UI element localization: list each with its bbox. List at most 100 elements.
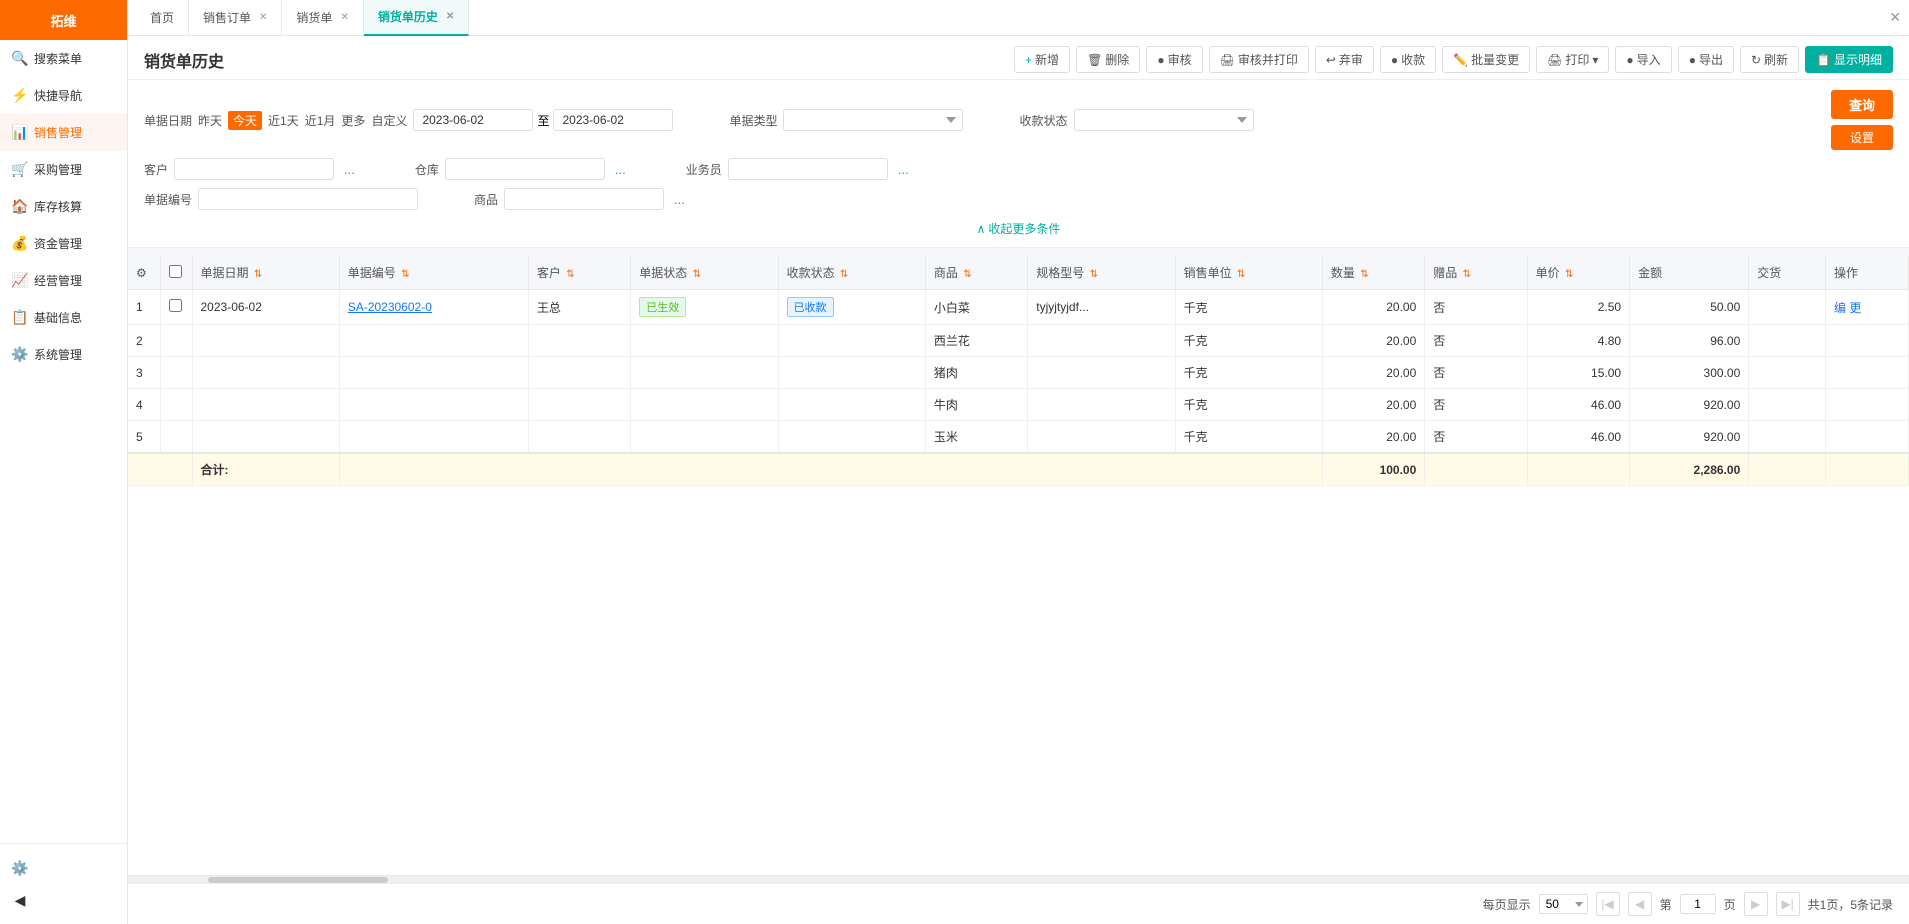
date-start-input[interactable] — [413, 109, 533, 131]
doc-no-link[interactable]: SA-20230602-0 — [348, 300, 432, 314]
refresh-button[interactable]: ↻ 刷新 — [1740, 46, 1799, 73]
col-doc-date[interactable]: 单据日期 ⇅ — [192, 256, 339, 290]
summary-amount: 2,286.00 — [1630, 453, 1749, 486]
cell-doc-no: SA-20230602-0 — [339, 290, 528, 325]
sidebar-item-sales[interactable]: 📊 销售管理 — [0, 114, 127, 151]
tab-home-label: 首页 — [150, 9, 174, 26]
col-customer[interactable]: 客户 ⇅ — [528, 256, 630, 290]
next-page-button[interactable]: ▶ — [1744, 892, 1768, 916]
page-input[interactable] — [1680, 894, 1716, 914]
sidebar-item-inventory[interactable]: 🏠 库存核算 — [0, 188, 127, 225]
tab-sales-history[interactable]: 销货单历史 ✕ — [364, 0, 469, 36]
sidebar-item-operations[interactable]: 📈 经营管理 — [0, 262, 127, 299]
goods-input[interactable] — [504, 188, 664, 210]
sidebar-settings[interactable]: ⚙️ — [0, 852, 127, 884]
audit-icon: ● — [1157, 53, 1164, 67]
customer-input[interactable] — [174, 158, 334, 180]
last-page-button[interactable]: ▶| — [1776, 892, 1800, 916]
shortcut-custom[interactable]: 自定义 — [371, 112, 407, 129]
col-spec[interactable]: 规格型号 ⇅ — [1028, 256, 1175, 290]
shortcut-more[interactable]: 更多 — [341, 112, 365, 129]
sidebar-item-search[interactable]: 🔍 搜索菜单 — [0, 40, 127, 77]
select-all-checkbox[interactable] — [169, 265, 182, 278]
new-button[interactable]: + 新增 — [1014, 46, 1070, 73]
tab-sales-order-close[interactable]: ✕ — [259, 12, 267, 23]
display-detail-button[interactable]: 📋 显示明细 — [1805, 46, 1893, 73]
export-button[interactable]: ● 导出 — [1678, 46, 1734, 73]
per-page-select[interactable]: 50 20 100 — [1539, 894, 1588, 914]
tab-sales-delivery-close[interactable]: ✕ — [340, 12, 348, 23]
inventory-icon: 🏠 — [12, 199, 28, 215]
customer-picker[interactable]: ... — [340, 160, 359, 179]
query-button[interactable]: 查询 — [1831, 90, 1893, 119]
shortcut-yesterday[interactable]: 昨天 — [198, 112, 222, 129]
audit-print-button[interactable]: 🖨 审核并打印 — [1209, 46, 1309, 73]
tab-home[interactable]: 首页 — [136, 0, 189, 36]
sidebar-item-system[interactable]: ⚙️ 系统管理 — [0, 336, 127, 373]
goods-picker[interactable]: ... — [670, 190, 689, 209]
collect-button[interactable]: ● 收款 — [1380, 46, 1436, 73]
goods-sort-icon: ⇅ — [963, 269, 971, 280]
sidebar-collapse[interactable]: ◀ — [0, 884, 127, 916]
new-icon: + — [1025, 53, 1032, 67]
shortcuts-icon: ⚡ — [12, 88, 28, 104]
collapse-button[interactable]: ∧ 收起更多条件 — [977, 220, 1061, 237]
delete-button[interactable]: 🗑 删除 — [1076, 46, 1140, 73]
date-end-input[interactable] — [553, 109, 673, 131]
audit-button[interactable]: ● 审核 — [1146, 46, 1202, 73]
customer-filter-item: 客户 ... — [144, 158, 359, 180]
col-qty[interactable]: 数量 ⇅ — [1322, 256, 1424, 290]
cell-action — [1825, 389, 1908, 421]
col-goods[interactable]: 商品 ⇅ — [925, 256, 1027, 290]
warehouse-input[interactable] — [445, 158, 605, 180]
sidebar-item-purchase[interactable]: 🛒 采购管理 — [0, 151, 127, 188]
more-action[interactable]: 更 — [1849, 301, 1861, 315]
first-page-button[interactable]: |◀ — [1596, 892, 1620, 916]
col-doc-status[interactable]: 单据状态 ⇅ — [631, 256, 778, 290]
col-price[interactable]: 单价 ⇅ — [1527, 256, 1629, 290]
col-gift[interactable]: 赠品 ⇅ — [1425, 256, 1527, 290]
doc-no-input[interactable] — [198, 188, 418, 210]
batch-change-button[interactable]: ✏️ 批量变更 — [1442, 46, 1530, 73]
col-doc-no[interactable]: 单据编号 ⇅ — [339, 256, 528, 290]
staff-input[interactable] — [728, 158, 888, 180]
row-checkbox[interactable] — [169, 299, 182, 312]
table-container: ⚙ 单据日期 ⇅ 单据编号 ⇅ 客户 ⇅ — [128, 256, 1909, 875]
staff-filter-item: 业务员 ... — [686, 158, 913, 180]
filter-area: 单据日期 昨天 今天 近1天 近1月 更多 自定义 至 — [128, 80, 1909, 248]
shortcut-1month[interactable]: 近1月 — [305, 112, 336, 129]
horizontal-scrollbar[interactable] — [128, 875, 1909, 883]
sidebar-item-basic[interactable]: 📋 基础信息 — [0, 299, 127, 336]
col-settings[interactable]: ⚙ — [128, 256, 160, 290]
page-content: 销货单历史 + 新增 🗑 删除 ● 审核 🖨 审核并打印 — [128, 36, 1909, 924]
shortcut-today[interactable]: 今天 — [228, 111, 262, 130]
staff-picker[interactable]: ... — [894, 160, 913, 179]
refresh-icon: ↻ — [1751, 53, 1761, 67]
tab-sales-history-close[interactable]: ✕ — [446, 11, 454, 22]
print-button[interactable]: 🖨 打印 ▾ — [1536, 46, 1609, 73]
col-unit[interactable]: 销售单位 ⇅ — [1175, 256, 1322, 290]
cell-payment-status — [778, 325, 925, 357]
sidebar-item-finance[interactable]: 💰 资金管理 — [0, 225, 127, 262]
abandon-button[interactable]: ↩ 弃审 — [1315, 46, 1374, 73]
date-filter-item: 单据日期 昨天 今天 近1天 近1月 更多 自定义 至 — [144, 109, 673, 131]
shortcut-7days[interactable]: 近1天 — [268, 112, 299, 129]
import-button[interactable]: ● 导入 — [1615, 46, 1671, 73]
tab-sales-delivery[interactable]: 销货单 ✕ — [282, 0, 363, 36]
warehouse-picker[interactable]: ... — [611, 160, 630, 179]
window-close-icon[interactable]: ✕ — [1889, 9, 1901, 26]
cell-doc-date: 2023-06-02 — [192, 290, 339, 325]
col-payment-status[interactable]: 收款状态 ⇅ — [778, 256, 925, 290]
tab-sales-order[interactable]: 销售订单 ✕ — [189, 0, 282, 36]
edit-action[interactable]: 编 — [1834, 301, 1846, 315]
unit-sort-icon: ⇅ — [1237, 269, 1245, 280]
scrollbar-thumb[interactable] — [208, 877, 388, 883]
prev-page-button[interactable]: ◀ — [1628, 892, 1652, 916]
sidebar-item-shortcuts[interactable]: ⚡ 快捷导航 — [0, 77, 127, 114]
page-label: 第 — [1660, 896, 1672, 913]
sales-icon: 📊 — [12, 125, 28, 141]
sidebar-label-basic: 基础信息 — [34, 309, 82, 326]
doc-type-select[interactable] — [783, 109, 963, 131]
payment-status-select[interactable] — [1074, 109, 1254, 131]
filter-settings-button[interactable]: 设置 — [1831, 125, 1893, 150]
